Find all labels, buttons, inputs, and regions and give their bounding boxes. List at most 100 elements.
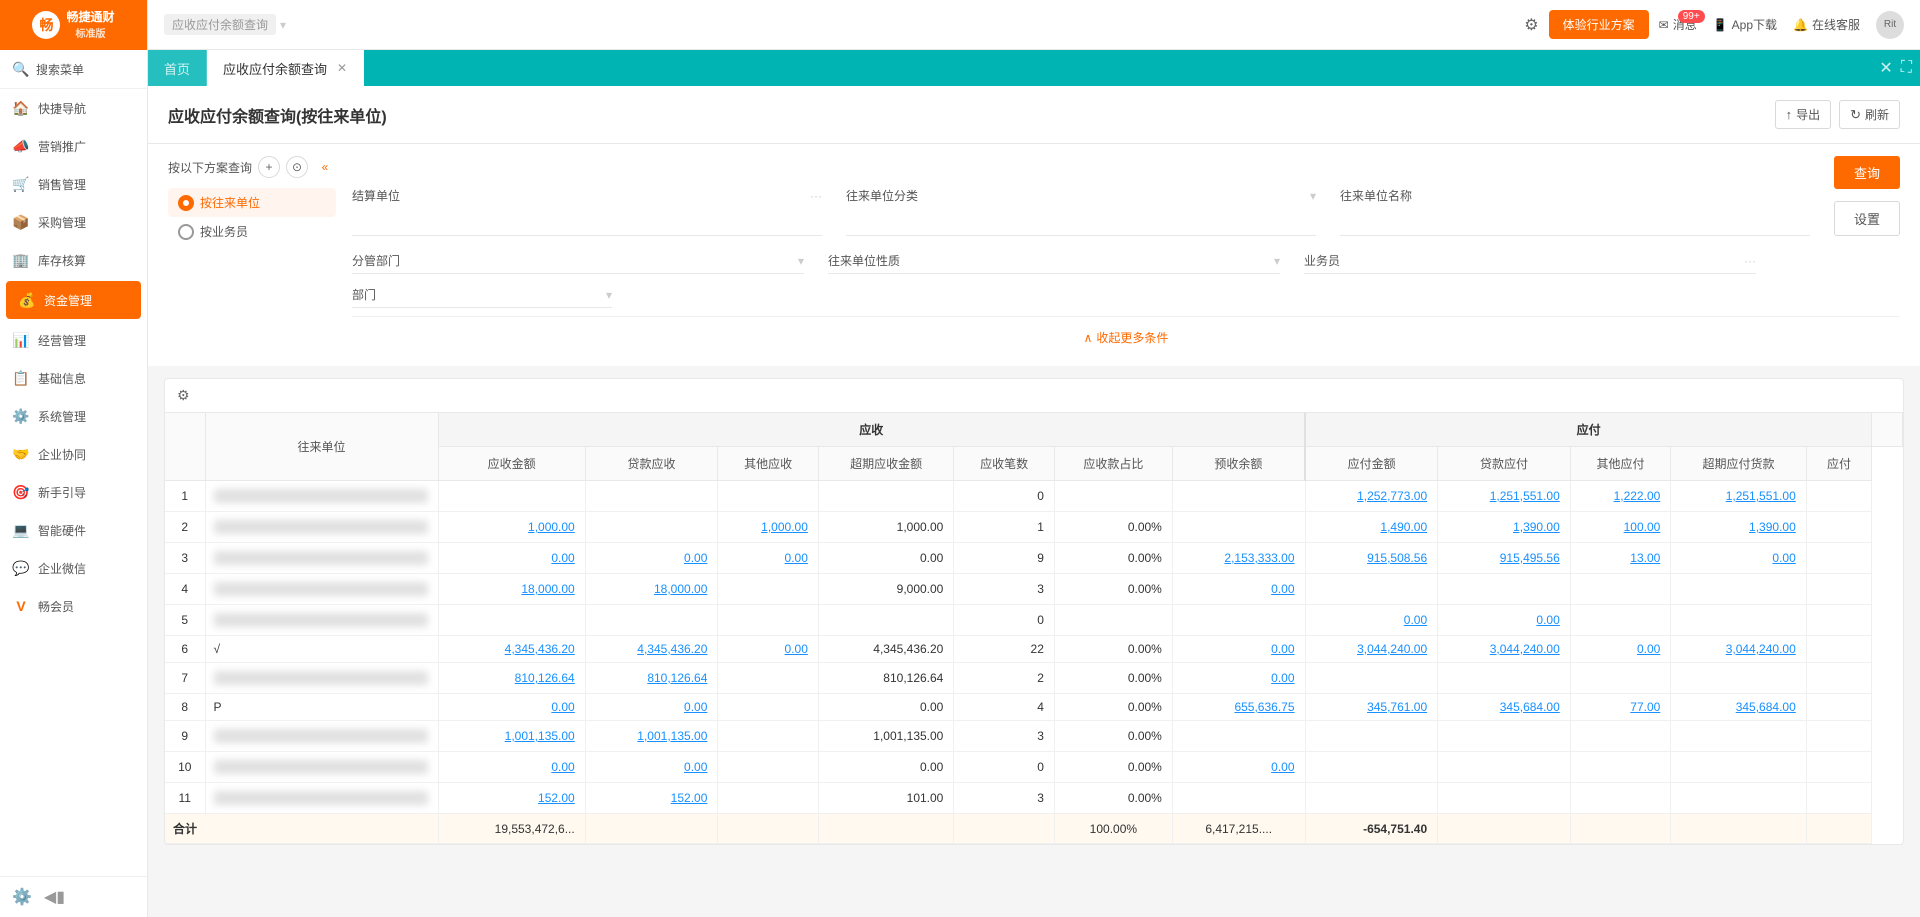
filter-fields-panel: 结算单位 ··· 往来单位分类 ▾ 往来单位名称 查询 设置: [352, 156, 1900, 354]
sidebar-item-inventory[interactable]: 🏢 库存核算: [0, 241, 147, 279]
logo-version: 标准版: [66, 25, 114, 40]
sidebar-item-label: 库存核算: [38, 252, 86, 269]
sidebar-item-quicknav[interactable]: 🏠 快捷导航: [0, 89, 147, 127]
message-button[interactable]: ✉ 消息 99+: [1659, 16, 1697, 33]
tab-arb-label: 应收应付余额查询: [223, 59, 327, 78]
sidebar-item-finance[interactable]: 💰 资金管理: [6, 281, 141, 319]
promo-button[interactable]: 体验行业方案: [1549, 10, 1649, 39]
table-scroll-area: 往来单位 应收 应付 应收金额 贷款应收 其他应收: [165, 413, 1903, 844]
partner-nature-field: 往来单位性质 ▾: [828, 248, 1280, 274]
user-avatar[interactable]: Rit: [1876, 11, 1904, 39]
scheme-arrow-icon[interactable]: «: [314, 156, 336, 178]
online-service-button[interactable]: 🔔 在线客服: [1793, 16, 1860, 33]
breadcrumb-arrow-icon: ▾: [280, 18, 286, 32]
sidebar-item-collab[interactable]: 🤝 企业协同: [0, 435, 147, 473]
sidebar-item-label: 畅会员: [38, 598, 74, 615]
salesperson-dots[interactable]: ···: [1744, 254, 1756, 268]
refresh-icon: ↻: [1850, 107, 1861, 123]
total-ap-overdue: [1671, 814, 1806, 844]
sidebar-item-purchase[interactable]: 📦 采购管理: [0, 203, 147, 241]
total-ar-overdue: [818, 814, 953, 844]
sidebar-item-search[interactable]: 🔍 搜索菜单: [0, 50, 147, 89]
tab-home-label: 首页: [164, 59, 190, 78]
sidebar-logo: 畅 畅捷通财 标准版: [0, 0, 147, 50]
sidebar: 畅 畅捷通财 标准版 🔍 搜索菜单 🏠 快捷导航 📣 营销推广 🛒 销售管理 📦…: [0, 0, 148, 917]
scheme-settings-button[interactable]: ⊙: [286, 156, 308, 178]
guide-icon: 🎯: [12, 483, 30, 501]
sales-icon: 🛒: [12, 175, 30, 193]
sidebar-item-basic[interactable]: 📋 基础信息: [0, 359, 147, 397]
main-content: 应收应付余额查询(按往来单位) ↑ 导出 ↻ 刷新 按以下方案查询 + ⊙: [148, 86, 1920, 917]
total-ap-amount: -654,751.40: [1305, 814, 1438, 844]
sidebar-item-label: 快捷导航: [38, 100, 86, 117]
sidebar-item-label: 采购管理: [38, 214, 86, 231]
sidebar-item-operation[interactable]: 📊 经营管理: [0, 321, 147, 359]
collapse-icon[interactable]: ◀▮: [44, 887, 65, 907]
total-ar-other: [718, 814, 819, 844]
table-row: 101,252,773.001,251,551.001,222.001,251,…: [165, 481, 1903, 512]
sidebar-item-label: 基础信息: [38, 370, 86, 387]
total-ar-amount: 19,553,472,6...: [438, 814, 585, 844]
filter-by-partner-option[interactable]: 按往来单位: [168, 188, 336, 217]
settings-button[interactable]: 设置: [1834, 201, 1900, 236]
sidebar-item-marketing[interactable]: 📣 营销推广: [0, 127, 147, 165]
service-label: 在线客服: [1812, 16, 1860, 33]
message-badge: 99+: [1678, 10, 1705, 23]
tab-arb[interactable]: 应收应付余额查询 ✕: [207, 50, 364, 86]
collapse-button[interactable]: ∧ 收起更多条件: [352, 323, 1900, 352]
col-header-ar-count: 应收笔数: [954, 447, 1055, 481]
table-total-row: 合计 19,553,472,6... 100.00% 6,417,215....…: [165, 814, 1903, 844]
table-row: 7810,126.64810,126.64810,126.6420.00%0.0…: [165, 663, 1903, 694]
col-header-ar-prepay: 预收余额: [1172, 447, 1305, 481]
partner-name-label: 往来单位名称: [1340, 187, 1412, 204]
sidebar-bottom: ⚙️ ◀▮: [0, 876, 147, 917]
filter-by-salesperson-option[interactable]: 按业务员: [168, 217, 336, 246]
partner-category-arrow[interactable]: ▾: [1310, 189, 1316, 203]
tab-home[interactable]: 首页: [148, 50, 207, 86]
col-header-ap-overdue: 超期应付货款: [1671, 447, 1806, 481]
sidebar-item-wechat[interactable]: 💬 企业微信: [0, 549, 147, 587]
table-settings-icon[interactable]: ⚙: [177, 387, 190, 404]
col-header-ar-amount: 应收金额: [438, 447, 585, 481]
table-row: 8P0.000.000.0040.00%655,636.75345,761.00…: [165, 694, 1903, 721]
message-icon: ✉: [1659, 18, 1669, 32]
sidebar-item-guide[interactable]: 🎯 新手引导: [0, 473, 147, 511]
table-row: 6√4,345,436.204,345,436.200.004,345,436.…: [165, 636, 1903, 663]
topbar-settings-icon[interactable]: ⚙: [1524, 15, 1538, 35]
tab-bar: 首页 应收应付余额查询 ✕ ✕ ⛶: [148, 50, 1920, 86]
table-row: 91,001,135.001,001,135.001,001,135.0030.…: [165, 721, 1903, 752]
tab-close-all-icon[interactable]: ✕: [1879, 58, 1892, 78]
sidebar-item-sales[interactable]: 🛒 销售管理: [0, 165, 147, 203]
total-ar-prepay: 6,417,215....: [1172, 814, 1305, 844]
division-arrow[interactable]: ▾: [798, 254, 804, 268]
col-header-num: [165, 413, 205, 481]
export-button[interactable]: ↑ 导出: [1775, 100, 1832, 129]
query-button[interactable]: 查询: [1834, 156, 1900, 189]
division-field: 分管部门 ▾: [352, 248, 804, 274]
scheme-label: 按以下方案查询: [168, 159, 252, 176]
department-arrow[interactable]: ▾: [606, 288, 612, 302]
tab-close-icon[interactable]: ✕: [337, 61, 347, 75]
total-label: 合计: [165, 814, 438, 844]
basic-icon: 📋: [12, 369, 30, 387]
settlement-unit-dots[interactable]: ···: [810, 189, 822, 203]
settings-bottom-icon[interactable]: ⚙️: [12, 887, 32, 907]
sidebar-item-vip[interactable]: V 畅会员: [0, 587, 147, 625]
partner-nature-arrow[interactable]: ▾: [1274, 254, 1280, 268]
tab-expand-icon[interactable]: ⛶: [1901, 59, 1912, 77]
sidebar-item-hardware[interactable]: 💻 智能硬件: [0, 511, 147, 549]
add-scheme-button[interactable]: +: [258, 156, 280, 178]
partner-nature-label: 往来单位性质: [828, 252, 900, 269]
refresh-button[interactable]: ↻ 刷新: [1839, 100, 1900, 129]
service-icon: 🔔: [1793, 18, 1808, 32]
marketing-icon: 📣: [12, 137, 30, 155]
filter-scheme-panel: 按以下方案查询 + ⊙ « 按往来单位 按业务员: [168, 156, 336, 246]
filter-area: 按以下方案查询 + ⊙ « 按往来单位 按业务员: [148, 144, 1920, 366]
col-header-ap-loan: 贷款应付: [1438, 447, 1571, 481]
sidebar-item-system[interactable]: ⚙️ 系统管理: [0, 397, 147, 435]
sidebar-item-label: 企业微信: [38, 560, 86, 577]
table-toolbar: ⚙: [165, 379, 1903, 413]
topbar: 应收应付余额查询 ▾ ⚙ 体验行业方案 ✉ 消息 99+ 📱 App下载 🔔 在…: [148, 0, 1920, 50]
app-download-button[interactable]: 📱 App下载: [1713, 16, 1777, 33]
search-icon: 🔍: [12, 60, 30, 78]
